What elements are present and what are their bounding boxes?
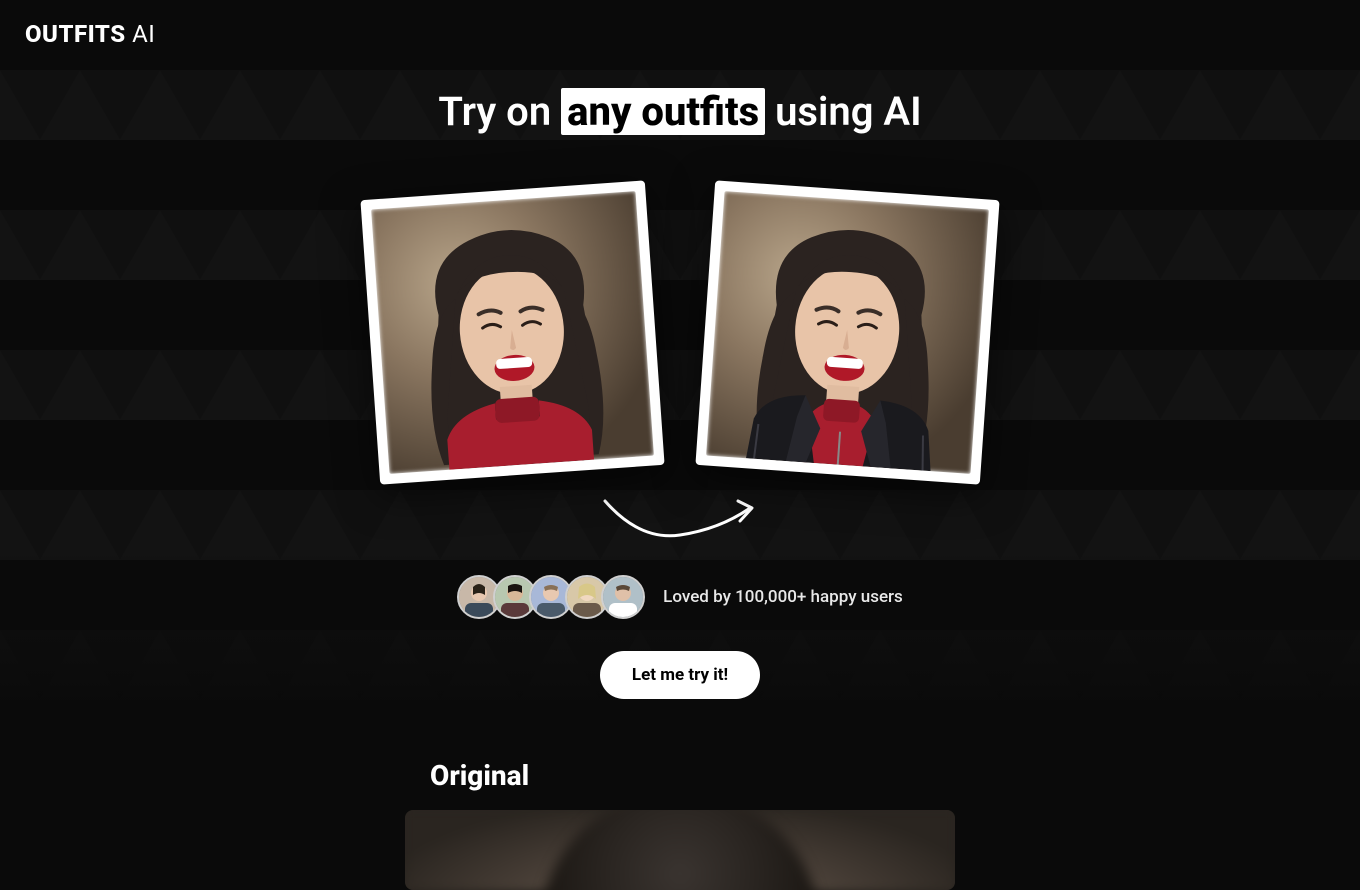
original-image — [405, 810, 955, 890]
headline-suffix: using AI — [765, 88, 921, 135]
avatar-stack — [457, 575, 645, 619]
social-proof-text: Loved by 100,000+ happy users — [663, 587, 903, 607]
logo-bold-text: OUTFITS — [25, 20, 126, 48]
avatar — [601, 575, 645, 619]
demo-before-frame — [360, 180, 664, 484]
demo-image-pair — [0, 190, 1360, 475]
headline-prefix: Try on — [438, 88, 561, 135]
original-section-title: Original — [430, 759, 529, 792]
demo-after-frame — [695, 180, 999, 484]
social-proof: Loved by 100,000+ happy users — [0, 575, 1360, 619]
page-headline: Try on any outfits using AI — [438, 88, 921, 135]
arrow-icon — [600, 493, 760, 543]
headline-highlight: any outfits — [561, 88, 765, 135]
demo-before-image — [371, 191, 654, 474]
logo-light-text: AI — [126, 20, 156, 48]
logo[interactable]: OUTFITS AI — [25, 20, 155, 48]
try-it-button[interactable]: Let me try it! — [600, 651, 760, 699]
demo-after-image — [706, 191, 989, 474]
